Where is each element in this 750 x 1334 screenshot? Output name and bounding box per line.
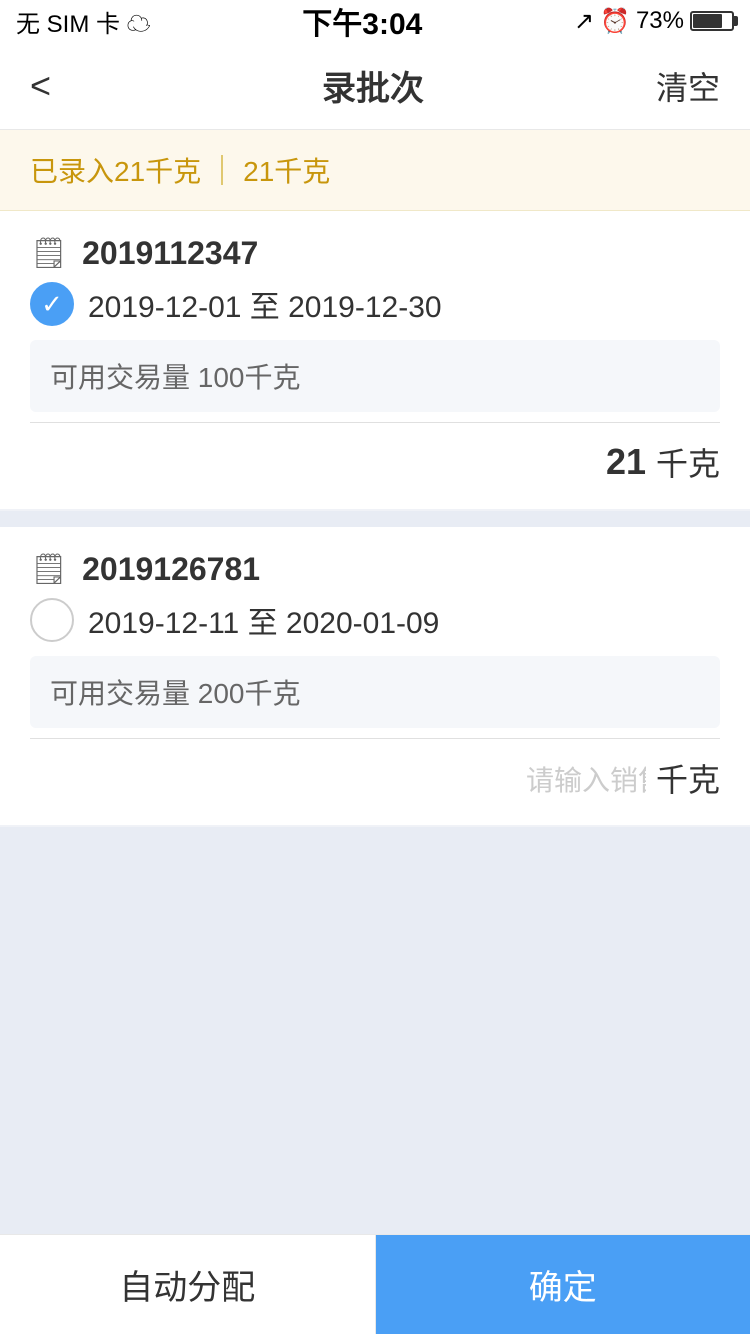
batch-doc-icon-1: 🗒 (30, 236, 68, 271)
batch-header-2: 🗒 2019126781 (0, 527, 750, 598)
alarm-icon: ⏰ (600, 7, 630, 36)
page-title: 录批次 (322, 61, 424, 110)
availability-2: 可用交易量 200千克 (30, 656, 720, 728)
quantity-row-1: 千克 (0, 423, 750, 509)
status-time: 下午3:04 (302, 0, 422, 43)
batch-doc-icon-2: 🗒 (30, 552, 68, 587)
banner-divider (221, 155, 223, 185)
batch-date-1: 2019-12-01 至 2019-12-30 (88, 282, 442, 326)
clear-button[interactable]: 清空 (656, 63, 720, 109)
batch-id-1: 2019112347 (82, 235, 258, 272)
batch-date-2: 2019-12-11 至 2020-01-09 (88, 598, 439, 642)
batch-item-1: 🗒 2019112347 ✓ 2019-12-01 至 2019-12-30 可… (0, 211, 750, 509)
nav-bar: < 录批次 清空 (0, 42, 750, 130)
battery-percent: 73% (636, 7, 684, 35)
total-amount: 21千克 (243, 150, 330, 190)
footer-bar: 自动分配 确定 (0, 1234, 750, 1334)
info-banner: 已录入21千克 21千克 (0, 130, 750, 211)
confirm-button[interactable]: 确定 (376, 1235, 750, 1334)
auto-distribute-button[interactable]: 自动分配 (0, 1235, 376, 1334)
checkmark-icon-1: ✓ (41, 291, 63, 317)
batch-date-row-2: 2019-12-11 至 2020-01-09 (0, 598, 750, 656)
section-separator (0, 511, 750, 527)
bottom-spacer (0, 827, 750, 1234)
batch-radio-2[interactable] (30, 598, 74, 642)
location-icon: ↗ (574, 7, 594, 36)
status-right: ↗ ⏰ 73% (574, 7, 734, 36)
quantity-input-1[interactable] (526, 441, 646, 483)
batch-header-1: 🗒 2019112347 (0, 211, 750, 282)
quantity-input-2[interactable] (526, 757, 646, 799)
quantity-unit-2: 千克 (656, 755, 720, 801)
back-button[interactable]: < (30, 65, 90, 107)
recorded-amount: 已录入21千克 (30, 150, 201, 190)
content-area: 🗒 2019112347 ✓ 2019-12-01 至 2019-12-30 可… (0, 211, 750, 1334)
quantity-row-2: 千克 (0, 739, 750, 825)
battery-icon (690, 11, 734, 31)
status-left: 无 SIM 卡 ☁ (16, 4, 151, 39)
batch-radio-1[interactable]: ✓ (30, 282, 74, 326)
availability-1: 可用交易量 100千克 (30, 340, 720, 412)
quantity-unit-1: 千克 (656, 439, 720, 485)
batch-id-2: 2019126781 (82, 551, 260, 588)
status-bar: 无 SIM 卡 ☁ 下午3:04 ↗ ⏰ 73% (0, 0, 750, 42)
batch-item-2: 🗒 2019126781 2019-12-11 至 2020-01-09 可用交… (0, 527, 750, 825)
sim-label: 无 SIM 卡 ☁ (16, 4, 151, 39)
batch-date-row-1: ✓ 2019-12-01 至 2019-12-30 (0, 282, 750, 340)
